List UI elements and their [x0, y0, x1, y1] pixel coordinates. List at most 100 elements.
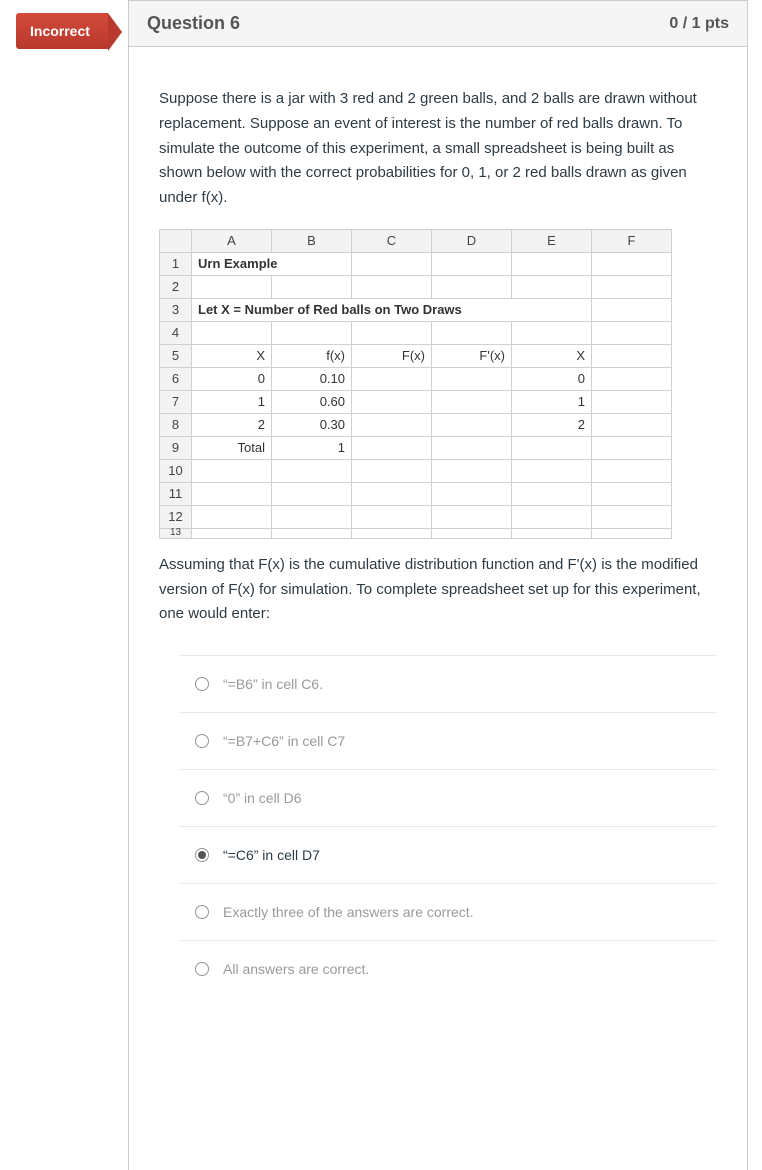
radio-icon [195, 734, 209, 748]
cell [512, 252, 592, 275]
cell: 1 [192, 390, 272, 413]
col-header: B [272, 229, 352, 252]
row-header: 12 [160, 505, 192, 528]
answer-option[interactable]: “=B7+C6” in cell C7 [179, 712, 717, 769]
cell: Total [192, 436, 272, 459]
cell: F'(x) [432, 344, 512, 367]
cell [512, 528, 592, 538]
followup-prompt: Assuming that F(x) is the cumulative dis… [159, 553, 717, 627]
cell [592, 252, 672, 275]
cell [192, 482, 272, 505]
cell: 0.10 [272, 367, 352, 390]
col-header: A [192, 229, 272, 252]
cell [592, 528, 672, 538]
cell [272, 528, 352, 538]
cell [592, 459, 672, 482]
answer-list: “=B6” in cell C6. “=B7+C6” in cell C7 “0… [159, 655, 717, 997]
cell [592, 390, 672, 413]
cell [272, 459, 352, 482]
cell [192, 459, 272, 482]
cell [432, 275, 512, 298]
cell: 0.60 [272, 390, 352, 413]
row-header: 5 [160, 344, 192, 367]
answer-text: “=B7+C6” in cell C7 [223, 733, 345, 749]
cell: f(x) [272, 344, 352, 367]
cell [512, 482, 592, 505]
question-prompt: Suppose there is a jar with 3 red and 2 … [159, 87, 717, 211]
cell: Urn Example [192, 252, 352, 275]
answer-option[interactable]: “=B6” in cell C6. [179, 655, 717, 712]
col-header: D [432, 229, 512, 252]
cell [272, 275, 352, 298]
cell [512, 459, 592, 482]
points-display: 0 / 1 pts [669, 15, 729, 33]
cell [352, 528, 432, 538]
answer-text: Exactly three of the answers are correct… [223, 904, 474, 920]
radio-icon [195, 791, 209, 805]
cell [432, 321, 512, 344]
answer-text: All answers are correct. [223, 961, 369, 977]
cell [592, 482, 672, 505]
row-header: 9 [160, 436, 192, 459]
cell [352, 459, 432, 482]
row-header: 1 [160, 252, 192, 275]
cell [432, 390, 512, 413]
cell [512, 321, 592, 344]
cell [192, 321, 272, 344]
col-header: C [352, 229, 432, 252]
cell [192, 528, 272, 538]
cell [352, 436, 432, 459]
spreadsheet: A B C D E F 1 Urn Example 2 3 Let X = Nu… [159, 229, 672, 539]
cell [592, 321, 672, 344]
cell [592, 344, 672, 367]
answer-option[interactable]: Exactly three of the answers are correct… [179, 883, 717, 940]
cell [432, 252, 512, 275]
question-title: Question 6 [147, 13, 240, 34]
row-header: 4 [160, 321, 192, 344]
col-header: F [592, 229, 672, 252]
answer-option[interactable]: “0” in cell D6 [179, 769, 717, 826]
cell [352, 413, 432, 436]
cell [432, 482, 512, 505]
cell: Let X = Number of Red balls on Two Draws [192, 298, 592, 321]
cell: X [192, 344, 272, 367]
cell [432, 367, 512, 390]
cell [432, 413, 512, 436]
answer-text: “0” in cell D6 [223, 790, 302, 806]
radio-icon [195, 677, 209, 691]
cell [592, 436, 672, 459]
cell [352, 482, 432, 505]
question-card: Incorrect Question 6 0 / 1 pts Suppose t… [128, 0, 748, 1170]
cell [272, 321, 352, 344]
cell [432, 436, 512, 459]
cell: F(x) [352, 344, 432, 367]
cell [592, 298, 672, 321]
question-header: Incorrect Question 6 0 / 1 pts [129, 0, 747, 47]
answer-option-selected[interactable]: “=C6” in cell D7 [179, 826, 717, 883]
radio-icon [195, 905, 209, 919]
cell [192, 505, 272, 528]
row-header: 10 [160, 459, 192, 482]
cell [512, 436, 592, 459]
status-badge-incorrect: Incorrect [16, 13, 108, 49]
cell: X [512, 344, 592, 367]
cell: 2 [192, 413, 272, 436]
row-header: 3 [160, 298, 192, 321]
radio-icon [195, 962, 209, 976]
cell [272, 482, 352, 505]
cell [352, 252, 432, 275]
cell [352, 321, 432, 344]
cell: 0.30 [272, 413, 352, 436]
answer-text: “=C6” in cell D7 [223, 847, 320, 863]
cell [512, 275, 592, 298]
cell [592, 275, 672, 298]
cell [592, 505, 672, 528]
cell [432, 459, 512, 482]
sheet-corner [160, 229, 192, 252]
cell [352, 505, 432, 528]
row-header: 6 [160, 367, 192, 390]
question-body: Suppose there is a jar with 3 red and 2 … [129, 47, 747, 1007]
cell [512, 505, 592, 528]
cell [432, 528, 512, 538]
answer-option[interactable]: All answers are correct. [179, 940, 717, 997]
